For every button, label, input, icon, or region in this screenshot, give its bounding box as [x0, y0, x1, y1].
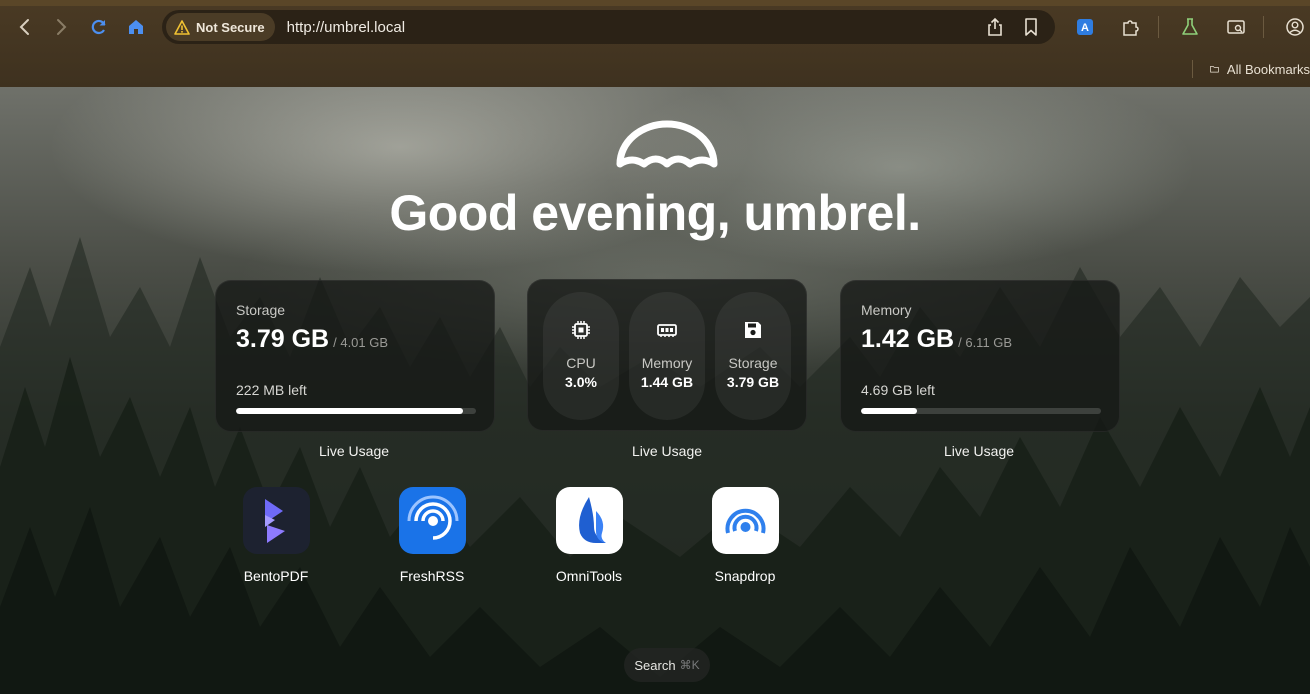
cpu-icon [572, 321, 590, 339]
search-label: Search [634, 657, 676, 673]
search-button[interactable]: Search ⌘K [624, 648, 710, 682]
labs-button[interactable] [1177, 14, 1203, 40]
puzzle-icon [1123, 20, 1139, 36]
app-name: BentoPDF [243, 568, 309, 584]
stats-live-usage-label: Live Usage [631, 443, 703, 459]
tab-search-icon [1227, 20, 1245, 34]
app-name: FreshRSS [399, 568, 465, 584]
warning-icon [174, 19, 190, 35]
disk-icon [745, 322, 761, 338]
cpu-stat-value: 3.0% [565, 374, 597, 390]
security-label: Not Secure [196, 19, 265, 35]
browser-toolbar: Not Secure http://umbrel.local A All Boo… [0, 0, 1310, 87]
memory-left: 4.69 GB left [861, 382, 935, 398]
translate-extension-button[interactable]: A [1072, 14, 1098, 40]
app-freshrss[interactable]: FreshRSS [377, 487, 487, 584]
url-text[interactable]: http://umbrel.local [287, 19, 405, 36]
memory-widget-label: Memory [861, 302, 912, 318]
app-name: Snapdrop [714, 568, 776, 584]
memory-widget[interactable]: Memory 1.42 GB / 6.11 GB 4.69 GB left [840, 280, 1120, 432]
memory-live-usage-label: Live Usage [943, 443, 1015, 459]
storage-progress-bar [236, 408, 476, 414]
bookmarks-divider [1192, 60, 1193, 78]
profile-button[interactable] [1282, 14, 1308, 40]
memory-used: 1.42 GB [861, 325, 955, 353]
bookmark-icon[interactable] [1021, 17, 1041, 37]
memory-progress-bar [861, 408, 1101, 414]
chevron-right-icon [57, 19, 67, 35]
memory-stat-label: Memory [641, 355, 693, 371]
memory-progress-fill [861, 408, 917, 414]
chevron-left-icon [19, 19, 29, 35]
freshrss-icon [398, 487, 466, 554]
folder-icon [1210, 66, 1219, 73]
app-snapdrop[interactable]: Snapdrop [690, 487, 800, 584]
storage-widget-label: Storage [236, 302, 286, 318]
security-chip[interactable]: Not Secure [166, 13, 275, 41]
all-bookmarks-button[interactable]: All Bookmarks [1210, 58, 1310, 80]
search-shortcut: ⌘K [679, 658, 700, 672]
storage-progress-fill [236, 408, 463, 414]
app-omnitools[interactable]: OmniTools [534, 487, 644, 584]
translate-icon: A [1077, 19, 1093, 35]
home-icon [129, 20, 143, 34]
bentopdf-icon [242, 487, 310, 554]
cpu-stat-label: CPU [566, 355, 596, 371]
storage-widget[interactable]: Storage 3.79 GB / 4.01 GB 222 MB left [215, 280, 495, 432]
storage-used: 3.79 GB [236, 325, 330, 353]
svg-text:A: A [1081, 22, 1089, 34]
app-bentopdf[interactable]: BentoPDF [221, 487, 331, 584]
storage-stat-label: Storage [728, 355, 778, 371]
tab-search-button[interactable] [1223, 14, 1249, 40]
memory-total: / 6.11 GB [958, 335, 1013, 350]
storage-live-usage-label: Live Usage [318, 443, 390, 459]
toolbar-divider [1158, 16, 1159, 38]
all-bookmarks-label: All Bookmarks [1226, 61, 1310, 77]
storage-stat: Storage 3.79 GB [715, 292, 791, 420]
memory-stat: Memory 1.44 GB [629, 292, 705, 420]
back-button[interactable] [12, 14, 38, 40]
storage-left: 222 MB left [236, 382, 307, 398]
omnitools-icon [555, 487, 623, 554]
cpu-stat: CPU 3.0% [543, 292, 619, 420]
address-bar[interactable]: Not Secure http://umbrel.local [162, 10, 1055, 44]
flask-icon [1182, 18, 1198, 35]
umbrel-logo [616, 120, 718, 168]
snapdrop-icon [711, 487, 779, 554]
share-icon[interactable] [985, 17, 1005, 37]
extensions-button[interactable] [1118, 14, 1144, 40]
forward-button[interactable] [48, 14, 74, 40]
reload-icon [91, 19, 106, 35]
storage-total: / 4.01 GB [333, 335, 389, 350]
memory-stat-value: 1.44 GB [640, 374, 694, 390]
reload-button[interactable] [86, 14, 112, 40]
profile-icon [1286, 18, 1304, 36]
toolbar-divider [1263, 16, 1264, 38]
memory-icon [657, 324, 677, 337]
storage-stat-value: 3.79 GB [726, 374, 780, 390]
greeting-heading: Good evening, umbrel. [389, 185, 921, 241]
app-name: OmniTools [555, 568, 623, 584]
home-button[interactable] [123, 14, 149, 40]
system-stats-widget[interactable]: CPU 3.0% Memory 1.44 GB Storage 3.79 GB [527, 279, 807, 431]
